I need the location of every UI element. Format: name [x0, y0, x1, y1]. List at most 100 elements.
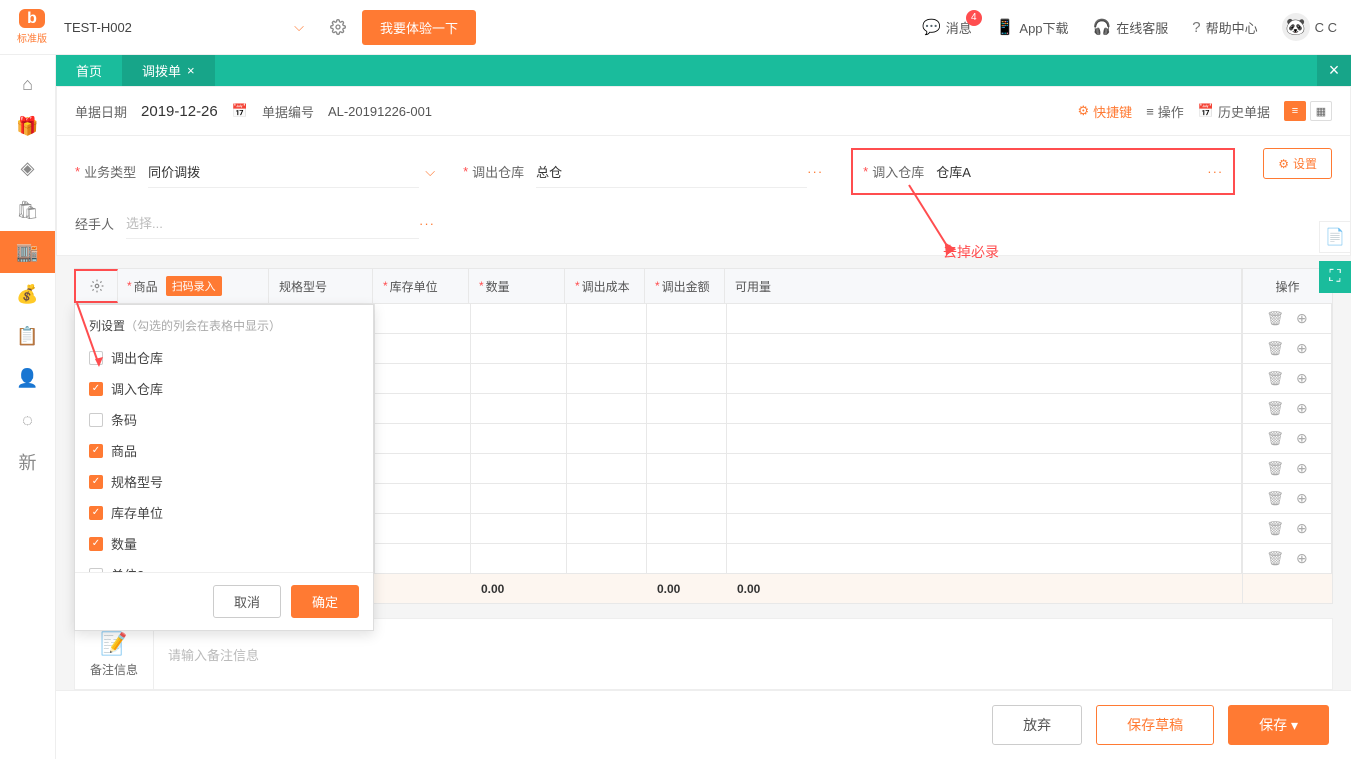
ops-link[interactable]: ≡ 操作 — [1146, 102, 1184, 121]
checkbox-icon[interactable]: ✓ — [89, 382, 103, 396]
from-value: 总仓 — [536, 156, 807, 188]
col-settings-gear-icon[interactable] — [74, 269, 118, 303]
sidebar-money-icon[interactable]: 💰 — [0, 273, 55, 315]
add-icon[interactable]: ⊕ — [1296, 340, 1308, 357]
biz-type-field[interactable]: * 业务类型 同价调拨 ⌵ — [75, 148, 435, 195]
gear-icon: ⚙ — [1278, 157, 1289, 171]
delete-icon[interactable]: 🗑 — [1266, 340, 1284, 357]
sidebar-warehouse-icon[interactable]: 🏬 — [0, 231, 55, 273]
checkbox-label: 调入仓库 — [111, 379, 163, 398]
add-icon[interactable]: ⊕ — [1296, 310, 1308, 327]
column-checkbox-item[interactable]: ✓ 调入仓库 — [89, 373, 359, 404]
checkbox-icon[interactable]: ✓ — [89, 537, 103, 551]
more-icon[interactable]: ··· — [419, 216, 435, 231]
column-checkbox-item[interactable]: ✓ 规格型号 — [89, 466, 359, 497]
sidebar-gift-icon[interactable]: 🎁 — [0, 105, 55, 147]
column-checkbox-item[interactable]: ✓库存单位 — [89, 497, 359, 528]
logo-icon: b — [19, 9, 45, 28]
view-list-icon[interactable]: ≡ — [1284, 101, 1306, 121]
form-section: * 业务类型 同价调拨 ⌵ * 调出仓库 总仓 ··· * 调入仓库 仓库A ·… — [56, 136, 1351, 256]
close-icon[interactable]: × — [187, 63, 195, 78]
sidebar-bag-icon[interactable]: 🛍 — [0, 189, 55, 231]
gear-icon[interactable] — [330, 19, 346, 35]
more-icon[interactable]: ··· — [1207, 164, 1223, 179]
checkbox-label: 数量 — [111, 534, 137, 553]
column-checkbox-item[interactable]: 单位2 — [89, 559, 359, 572]
column-checkbox-item[interactable]: 调出仓库 — [89, 342, 359, 373]
date-value[interactable]: 2019-12-26 — [141, 103, 218, 120]
calendar-icon[interactable]: 📅 — [232, 103, 248, 119]
store-name: TEST-H002 — [64, 20, 132, 35]
sidebar-home-icon[interactable]: ⌂ — [0, 63, 55, 105]
checkbox-label: 调出仓库 — [111, 348, 163, 367]
checkbox-icon[interactable]: ✓ — [89, 475, 103, 489]
sidebar-contact-icon[interactable]: 👤 — [0, 357, 55, 399]
phone-icon: 📱 — [996, 18, 1015, 36]
column-checkbox-item[interactable]: ✓商品 — [89, 435, 359, 466]
delete-icon[interactable]: 🗑 — [1266, 520, 1284, 537]
save-draft-button[interactable]: 保存草稿 — [1096, 705, 1214, 745]
add-icon[interactable]: ⊕ — [1296, 460, 1308, 477]
delete-icon[interactable]: 🗑 — [1266, 490, 1284, 507]
to-value: 仓库A — [936, 156, 1207, 187]
help-link[interactable]: ? 帮助中心 — [1192, 18, 1257, 37]
setting-button[interactable]: ⚙ 设置 — [1263, 148, 1332, 179]
doc-no-value: AL-20191226-001 — [328, 104, 432, 119]
checkbox-icon[interactable] — [89, 413, 103, 427]
tab-transfer[interactable]: 调拨单 × — [122, 55, 215, 86]
add-icon[interactable]: ⊕ — [1296, 490, 1308, 507]
more-icon[interactable]: ··· — [807, 164, 823, 179]
add-icon[interactable]: ⊕ — [1296, 550, 1308, 567]
view-grid-icon[interactable]: ▦ — [1310, 101, 1332, 121]
to-wh-field[interactable]: * 调入仓库 仓库A ··· — [851, 148, 1235, 195]
try-button[interactable]: 我要体验一下 — [362, 10, 476, 45]
add-icon[interactable]: ⊕ — [1296, 400, 1308, 417]
scan-badge[interactable]: 扫码录入 — [166, 276, 222, 296]
from-label: 调出仓库 — [472, 162, 524, 181]
popup-list[interactable]: 调出仓库✓调入仓库条码✓商品✓规格型号✓库存单位✓数量单位2 — [75, 342, 373, 572]
messages-link[interactable]: 💬 消息 4 — [922, 18, 972, 37]
checkbox-icon[interactable]: ✓ — [89, 506, 103, 520]
sidebar-circle-icon[interactable]: ◌ — [0, 399, 55, 441]
rail-note-icon[interactable]: 📄 — [1319, 221, 1351, 253]
cancel-button[interactable]: 取消 — [213, 585, 281, 618]
save-button[interactable]: 保存 ▾ — [1228, 705, 1329, 745]
column-checkbox-item[interactable]: 条码 — [89, 404, 359, 435]
delete-icon[interactable]: 🗑 — [1266, 400, 1284, 417]
help-label: 帮助中心 — [1206, 18, 1258, 37]
checkbox-icon[interactable] — [89, 568, 103, 573]
sidebar-new-icon[interactable]: 新 — [0, 441, 55, 483]
from-wh-field[interactable]: * 调出仓库 总仓 ··· — [463, 148, 823, 195]
column-checkbox-item[interactable]: ✓ 数量 — [89, 528, 359, 559]
sidebar-tag-icon[interactable]: ◈ — [0, 147, 55, 189]
biz-label: 业务类型 — [84, 162, 136, 181]
delete-icon[interactable]: 🗑 — [1266, 460, 1284, 477]
delete-icon[interactable]: 🗑 — [1266, 370, 1284, 387]
chevron-down-icon[interactable]: ⌵ — [425, 164, 435, 180]
tab-home[interactable]: 首页 — [56, 55, 122, 86]
checkbox-icon[interactable]: ✓ — [89, 444, 103, 458]
online-label: 在线客服 — [1116, 18, 1168, 37]
add-icon[interactable]: ⊕ — [1296, 520, 1308, 537]
shortcut-link[interactable]: ⚙ 快捷键 — [1078, 102, 1133, 121]
th-unit: *库存单位 — [373, 269, 469, 303]
store-selector[interactable]: TEST-H002 ⌵ — [64, 12, 314, 42]
handler-field[interactable]: 经手人 选择... ··· — [75, 207, 435, 239]
rail-expand-icon[interactable]: ⛶ — [1319, 261, 1351, 293]
online-service-link[interactable]: 🎧 在线客服 — [1093, 18, 1169, 37]
doc-header: 单据日期 2019-12-26 📅 单据编号 AL-20191226-001 ⚙… — [56, 86, 1351, 136]
delete-icon[interactable]: 🗑 — [1266, 430, 1284, 447]
checkbox-icon[interactable] — [89, 351, 103, 365]
user-menu[interactable]: 🐼 C C — [1282, 13, 1337, 41]
app-download-link[interactable]: 📱 App下载 — [996, 18, 1069, 37]
sidebar-clipboard-icon[interactable]: 📋 — [0, 315, 55, 357]
add-icon[interactable]: ⊕ — [1296, 370, 1308, 387]
tabs-close-all[interactable]: × — [1317, 55, 1351, 86]
discard-button[interactable]: 放弃 — [992, 705, 1082, 745]
add-icon[interactable]: ⊕ — [1296, 430, 1308, 447]
history-link[interactable]: 📅 历史单据 — [1198, 102, 1270, 121]
ok-button[interactable]: 确定 — [291, 585, 359, 618]
delete-icon[interactable]: 🗑 — [1266, 310, 1284, 327]
delete-icon[interactable]: 🗑 — [1266, 550, 1284, 567]
checkbox-label: 规格型号 — [111, 472, 163, 491]
